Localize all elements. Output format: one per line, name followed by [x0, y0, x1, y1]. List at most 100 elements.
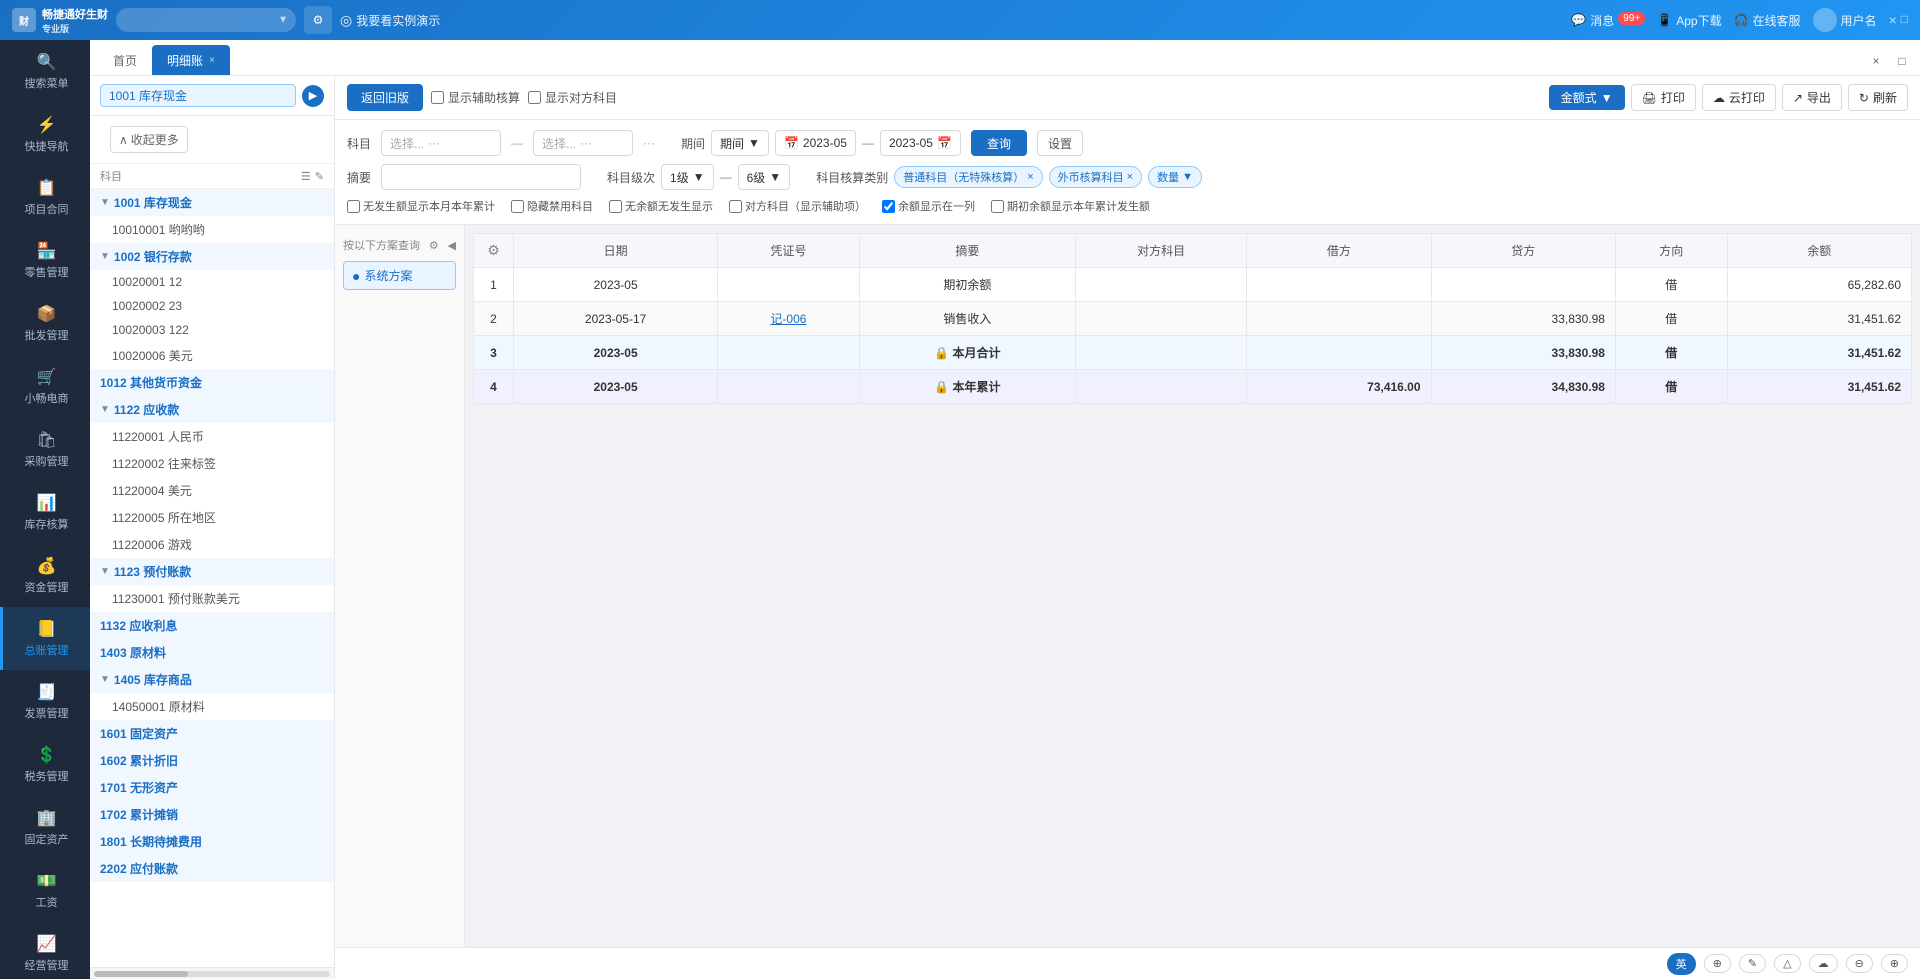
account-item-1403[interactable]: 1403 原材料 [90, 639, 334, 666]
level-start-select[interactable]: 1级 ▼ [661, 164, 714, 190]
tab-home[interactable]: 首页 [98, 45, 152, 75]
status-edit-btn[interactable]: ✎ [1739, 954, 1766, 973]
account-item-11220006[interactable]: 11220006 游戏 [90, 531, 334, 558]
message-btn[interactable]: 💬 消息 99+ [1571, 12, 1645, 29]
cell-voucher-2[interactable]: 记-006 [718, 302, 859, 336]
col-settings[interactable]: ⚙ [474, 234, 514, 268]
query-sidebar-collapse-icon[interactable]: ◀ [448, 239, 456, 252]
hide-unused-checkbox[interactable] [511, 200, 524, 213]
subject-end-input-group[interactable]: 选择... ··· [533, 130, 633, 156]
tab-detail-account[interactable]: 明细账 × [152, 45, 230, 75]
account-item-1122[interactable]: ▼ 1122 应收款 [90, 396, 334, 423]
go-to-account-btn[interactable]: ▶ [302, 85, 324, 107]
no-occur-checkbox[interactable] [347, 200, 360, 213]
account-item-10010001[interactable]: 10010001 哟哟哟 [90, 216, 334, 243]
sidebar-item-retail[interactable]: 🏪 零售管理 [0, 229, 90, 292]
sidebar-item-salary[interactable]: 💵 工资 [0, 859, 90, 922]
no-balance-checkbox[interactable] [609, 200, 622, 213]
account-item-14050001[interactable]: 14050001 原材料 [90, 693, 334, 720]
return-old-version-btn[interactable]: 返回旧版 [347, 84, 423, 111]
list-edit-icon[interactable]: ✎ [315, 170, 324, 183]
opposite-show-check-label[interactable]: 对方科目（显示辅助项） [729, 198, 866, 214]
search-input[interactable] [116, 8, 296, 32]
hide-unused-check-label[interactable]: 隐藏禁用科目 [511, 198, 593, 214]
initial-show-check-label[interactable]: 期初余额显示本年累计发生额 [991, 198, 1150, 214]
system-plan-btn[interactable]: ● 系统方案 [343, 261, 456, 290]
account-item-11220005[interactable]: 11220005 所在地区 [90, 504, 334, 531]
balance-one-col-checkbox[interactable] [882, 200, 895, 213]
query-sidebar-settings-icon[interactable]: ⚙ [429, 239, 439, 252]
sidebar-item-operation[interactable]: 📈 经营管理 [0, 922, 90, 979]
status-add-btn[interactable]: ⊕ [1704, 954, 1731, 973]
print-btn[interactable]: 🖨 打印 [1631, 84, 1696, 111]
sidebar-item-purchase[interactable]: 🛍 采购管理 [0, 418, 90, 481]
account-item-10020003[interactable]: 10020003 122 [90, 318, 334, 342]
account-item-10020006[interactable]: 10020006 美元 [90, 342, 334, 369]
lang-btn-cn[interactable]: 英 [1667, 953, 1696, 975]
tab-close-window-btn[interactable]: × [1866, 51, 1886, 71]
account-item-1123[interactable]: ▼ 1123 预付账款 [90, 558, 334, 585]
tab-close-btn[interactable]: × [209, 55, 215, 66]
show-opposite-check-label[interactable]: 显示对方科目 [528, 89, 617, 106]
opposite-show-checkbox[interactable] [729, 200, 742, 213]
no-balance-check-label[interactable]: 无余额无发生显示 [609, 198, 713, 214]
sidebar-item-quick-nav[interactable]: ⚡ 快捷导航 [0, 103, 90, 166]
demo-link[interactable]: ◎ 我要看实例演示 [340, 12, 440, 29]
sidebar-item-project[interactable]: 📋 项目合同 [0, 166, 90, 229]
account-item-1001[interactable]: ▼ 1001 库存现金 [90, 189, 334, 216]
account-item-1601[interactable]: 1601 固定资产 [90, 720, 334, 747]
account-item-11220004[interactable]: 11220004 美元 [90, 477, 334, 504]
account-item-1701[interactable]: 1701 无形资产 [90, 774, 334, 801]
tag-normal-close[interactable]: × [1027, 171, 1033, 183]
initial-show-checkbox[interactable] [991, 200, 1004, 213]
refresh-btn[interactable]: ↻ 刷新 [1848, 84, 1908, 111]
show-opposite-checkbox[interactable] [528, 91, 541, 104]
sidebar-item-wholesale[interactable]: 📦 批发管理 [0, 292, 90, 355]
list-settings-icon[interactable]: ☰ [301, 170, 311, 183]
export-btn[interactable]: ↗ 导出 [1782, 84, 1842, 111]
sidebar-item-tax[interactable]: 💲 税务管理 [0, 733, 90, 796]
level-end-select[interactable]: 6级 ▼ [738, 164, 791, 190]
sidebar-item-inventory[interactable]: 📊 库存核算 [0, 481, 90, 544]
amount-style-btn[interactable]: 金额式 ▼ [1549, 85, 1625, 110]
period-start-input[interactable]: 📅 2023-05 [775, 130, 856, 156]
summary-input[interactable] [381, 164, 581, 190]
account-item-1602[interactable]: 1602 累计折旧 [90, 747, 334, 774]
more-btn[interactable]: ∧ 收起更多 [110, 126, 188, 153]
status-plus-btn[interactable]: ⊕ [1881, 954, 1908, 973]
period-end-input[interactable]: 2023-05 📅 [880, 130, 961, 156]
tab-maximize-btn[interactable]: □ [1892, 51, 1912, 71]
account-item-11230001[interactable]: 11230001 预付账款美元 [90, 585, 334, 612]
balance-one-col-check-label[interactable]: 余额显示在一列 [882, 198, 975, 214]
h-scrollbar[interactable] [90, 967, 334, 979]
maximize-window-btn[interactable]: □ [1901, 12, 1908, 28]
account-item-1801[interactable]: 1801 长期待摊费用 [90, 828, 334, 855]
account-item-1002[interactable]: ▼ 1002 银行存款 [90, 243, 334, 270]
close-window-btn[interactable]: × [1889, 12, 1897, 28]
show-aux-check-label[interactable]: 显示辅助核算 [431, 89, 520, 106]
account-item-10020001[interactable]: 10020001 12 [90, 270, 334, 294]
user-avatar-btn[interactable]: 用户名 [1813, 8, 1877, 32]
cloud-print-btn[interactable]: ☁ 云打印 [1702, 84, 1776, 111]
show-aux-checkbox[interactable] [431, 91, 444, 104]
account-item-11220001[interactable]: 11220001 人民币 [90, 423, 334, 450]
sidebar-item-xiaochang[interactable]: 🛒 小畅电商 [0, 355, 90, 418]
status-minus-btn[interactable]: ⊖ [1846, 954, 1873, 973]
status-cloud-btn[interactable]: ☁ [1809, 954, 1838, 973]
account-item-1132[interactable]: 1132 应收利息 [90, 612, 334, 639]
no-occur-check-label[interactable]: 无发生额显示本月本年累计 [347, 198, 495, 214]
sidebar-item-invoice[interactable]: 🧾 发票管理 [0, 670, 90, 733]
top-search[interactable]: ▼ [116, 8, 296, 32]
account-item-11220002[interactable]: 11220002 往来标签 [90, 450, 334, 477]
period-type-select[interactable]: 期间 ▼ [711, 130, 769, 156]
status-triangle-btn[interactable]: △ [1774, 954, 1800, 973]
account-item-10020002[interactable]: 10020002 23 [90, 294, 334, 318]
account-item-1012[interactable]: 1012 其他货币资金 [90, 369, 334, 396]
query-btn[interactable]: 查询 [971, 130, 1027, 156]
sidebar-item-ledger[interactable]: 📒 总账管理 [0, 607, 90, 670]
subject-input-group[interactable]: 选择... ··· [381, 130, 501, 156]
online-service-btn[interactable]: 🎧 在线客服 [1734, 12, 1801, 29]
sidebar-item-search[interactable]: 🔍 搜索菜单 [0, 40, 90, 103]
account-item-1405[interactable]: ▼ 1405 库存商品 [90, 666, 334, 693]
tag-foreign-close[interactable]: × [1127, 171, 1133, 183]
